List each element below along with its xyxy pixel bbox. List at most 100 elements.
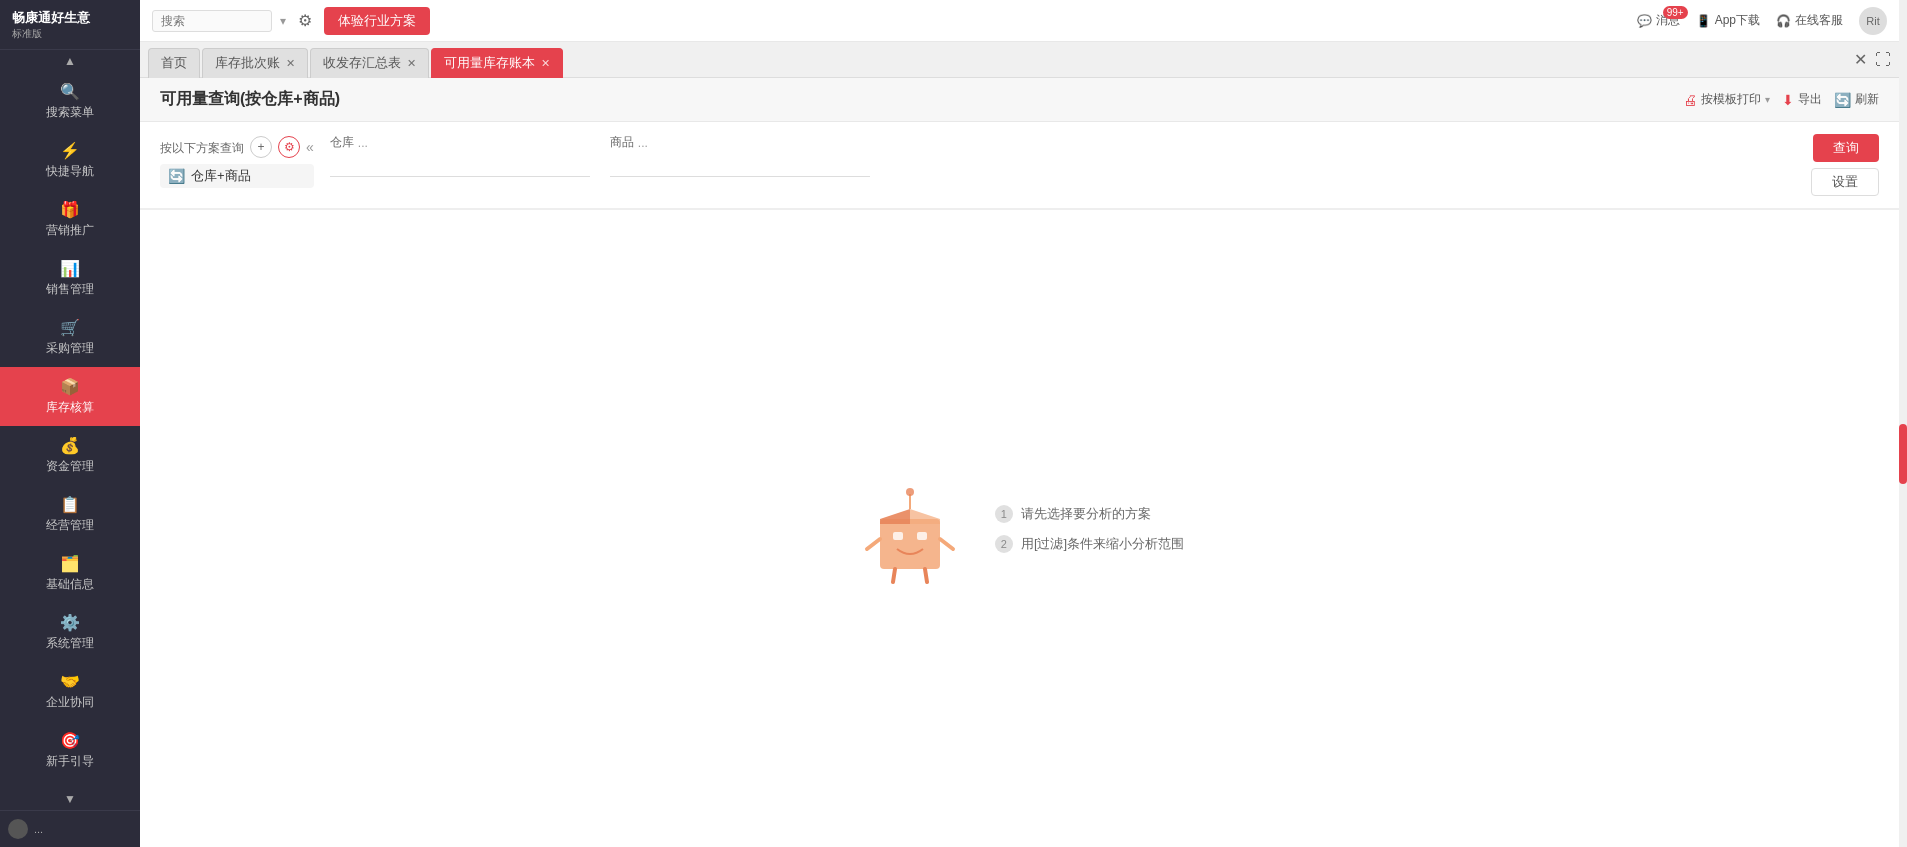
print-template-button[interactable]: 🖨 按模板打印 ▾ [1683, 91, 1770, 108]
sidebar-item-inventory[interactable]: 📦 库存核算 [0, 367, 140, 426]
sidebar-item-label: 新手引导 [46, 753, 94, 770]
svg-marker-2 [910, 509, 940, 524]
export-button[interactable]: ⬇ 导出 [1782, 91, 1822, 108]
sidebar-scroll-up[interactable]: ▲ [0, 50, 140, 72]
warehouse-more-icon[interactable]: ... [358, 136, 368, 150]
sidebar-item-sales[interactable]: 📊 销售管理 [0, 249, 140, 308]
handshake-icon: 🤝 [60, 672, 80, 691]
tab-available-ledger[interactable]: 可用量库存账本 ✕ [431, 48, 563, 78]
empty-tip-2: 2 用[过滤]条件来缩小分析范围 [995, 535, 1184, 553]
export-label: 导出 [1798, 91, 1822, 108]
clipboard-icon: 📋 [60, 495, 80, 514]
filter-scheme-section: 按以下方案查询 + ⚙ « 🔄 仓库+商品 [160, 134, 314, 188]
collapse-icon[interactable]: « [306, 139, 314, 155]
warehouse-label: 仓库 ... [330, 134, 590, 151]
phone-icon: 📱 [1696, 14, 1711, 28]
online-service-item[interactable]: 🎧 在线客服 [1776, 12, 1843, 29]
sidebar-item-purchase[interactable]: 🛒 采购管理 [0, 308, 140, 367]
app-subtitle: 标准版 [12, 27, 128, 41]
empty-svg [855, 474, 965, 584]
empty-illustration [855, 474, 965, 584]
gift-icon: 🎁 [60, 200, 80, 219]
tab-maximize-button[interactable]: ⛶ [1875, 51, 1891, 69]
svg-line-10 [925, 569, 927, 582]
svg-line-8 [940, 539, 953, 549]
empty-tips: 1 请先选择要分析的方案 2 用[过滤]条件来缩小分析范围 [995, 505, 1184, 553]
gear-settings-icon[interactable]: ⚙ [298, 11, 312, 30]
tab-home-label: 首页 [161, 54, 187, 72]
sidebar-item-label: 库存核算 [46, 399, 94, 416]
chevron-down-icon[interactable]: ▾ [280, 14, 286, 28]
add-scheme-button[interactable]: + [250, 136, 272, 158]
right-scrollbar[interactable] [1899, 0, 1907, 847]
search-input[interactable] [152, 10, 272, 32]
scheme-item-warehouse-goods[interactable]: 🔄 仓库+商品 [160, 164, 314, 188]
goods-label: 商品 ... [610, 134, 870, 151]
tip-text-2: 用[过滤]条件来缩小分析范围 [1021, 535, 1184, 553]
tab-batch-account[interactable]: 库存批次账 ✕ [202, 48, 308, 78]
target-icon: 🎯 [60, 731, 80, 750]
tab-collect-account-close[interactable]: ✕ [407, 57, 416, 70]
content-area: 可用量查询(按仓库+商品) 🖨 按模板打印 ▾ ⬇ 导出 🔄 刷新 [140, 78, 1899, 847]
sidebar-item-marketing[interactable]: 🎁 营销推广 [0, 190, 140, 249]
tab-collect-account-label: 收发存汇总表 [323, 54, 401, 72]
app-title: 畅康通好生意 [12, 10, 128, 27]
sidebar: 畅康通好生意 标准版 ▲ 🔍 搜索菜单 ⚡ 快捷导航 🎁 营销推广 📊 销售管理… [0, 0, 140, 847]
goods-input[interactable] [610, 155, 870, 177]
filter-scheme-label: 按以下方案查询 [160, 136, 244, 157]
lightning-icon: ⚡ [60, 141, 80, 160]
user-avatar[interactable]: Rit [1859, 7, 1887, 35]
sidebar-scroll-down[interactable]: ▼ [0, 788, 140, 810]
warehouse-filter-field: 仓库 ... [330, 134, 590, 177]
notification-count: 99+ [1663, 6, 1688, 19]
tab-close-window-button[interactable]: ✕ [1854, 50, 1867, 69]
sidebar-item-label: 销售管理 [46, 281, 94, 298]
filter-scheme-header: 按以下方案查询 + ⚙ « [160, 134, 314, 158]
tab-batch-account-close[interactable]: ✕ [286, 57, 295, 70]
box-icon: 📦 [60, 377, 80, 396]
scheme-refresh-icon: 🔄 [168, 168, 185, 184]
print-label: 按模板打印 [1701, 91, 1761, 108]
sidebar-item-guide[interactable]: 🎯 新手引导 [0, 721, 140, 780]
settings-scheme-button[interactable]: ⚙ [278, 136, 300, 158]
user-avatar-small [8, 819, 28, 839]
empty-state: 1 请先选择要分析的方案 2 用[过滤]条件来缩小分析范围 [140, 210, 1899, 847]
online-service-label: 在线客服 [1795, 12, 1843, 29]
tab-bar: 首页 库存批次账 ✕ 收发存汇总表 ✕ 可用量库存账本 ✕ ✕ ⛶ [140, 42, 1899, 78]
warehouse-input[interactable] [330, 155, 590, 177]
tab-available-ledger-close[interactable]: ✕ [541, 57, 550, 70]
svg-rect-3 [893, 532, 903, 540]
refresh-button[interactable]: 🔄 刷新 [1834, 91, 1879, 108]
sidebar-item-operations[interactable]: 📋 经营管理 [0, 485, 140, 544]
sidebar-item-shortcut[interactable]: ⚡ 快捷导航 [0, 131, 140, 190]
settings-button[interactable]: 设置 [1811, 168, 1879, 196]
sidebar-item-system[interactable]: ⚙️ 系统管理 [0, 603, 140, 662]
trial-industry-button[interactable]: 体验行业方案 [324, 7, 430, 35]
svg-marker-1 [880, 509, 910, 524]
message-badge-item[interactable]: 💬 消息 99+ [1637, 12, 1680, 29]
sidebar-item-label: 采购管理 [46, 340, 94, 357]
goods-filter-field: 商品 ... [610, 134, 870, 177]
tab-home[interactable]: 首页 [148, 48, 200, 78]
main-area: ▾ ⚙ 体验行业方案 💬 消息 99+ 📱 App下载 🎧 在线客服 Rit [140, 0, 1899, 847]
money-icon: 💰 [60, 436, 80, 455]
cart-icon: 🛒 [60, 318, 80, 337]
goods-more-icon[interactable]: ... [638, 136, 648, 150]
tab-batch-account-label: 库存批次账 [215, 54, 280, 72]
sidebar-item-enterprise[interactable]: 🤝 企业协同 [0, 662, 140, 721]
app-download-item[interactable]: 📱 App下载 [1696, 12, 1760, 29]
folder-icon: 🗂️ [60, 554, 80, 573]
sidebar-item-label: 企业协同 [46, 694, 94, 711]
filter-panel: 按以下方案查询 + ⚙ « 🔄 仓库+商品 [140, 122, 1899, 209]
app-logo: 畅康通好生意 标准版 [0, 0, 140, 50]
sidebar-item-app-center[interactable]: 🔲 应用中心 [0, 780, 140, 788]
tip-num-2: 2 [995, 535, 1013, 553]
export-icon: ⬇ [1782, 92, 1794, 108]
sidebar-item-finance[interactable]: 💰 资金管理 [0, 426, 140, 485]
query-button[interactable]: 查询 [1813, 134, 1879, 162]
sidebar-item-basic-info[interactable]: 🗂️ 基础信息 [0, 544, 140, 603]
filter-scheme-list: 🔄 仓库+商品 [160, 164, 314, 188]
tab-collect-account[interactable]: 收发存汇总表 ✕ [310, 48, 429, 78]
tab-bar-right: ✕ ⛶ [1854, 50, 1891, 69]
sidebar-item-search[interactable]: 🔍 搜索菜单 [0, 72, 140, 131]
